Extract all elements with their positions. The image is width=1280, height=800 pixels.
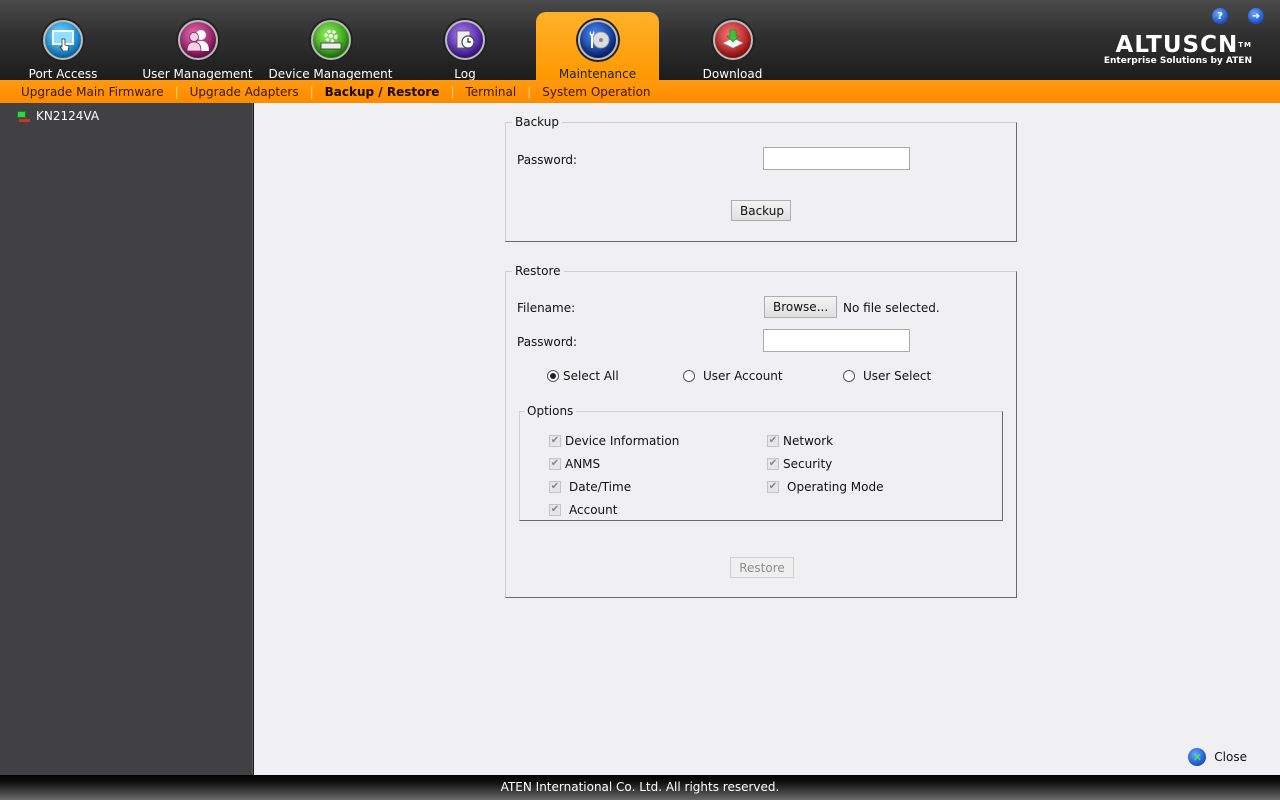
submenu-separator: | — [527, 84, 532, 99]
checkbox-label: Device Information — [565, 434, 680, 448]
checkbox-box: ✔ — [549, 458, 561, 470]
submenu-separator: | — [450, 84, 455, 99]
radio-user-select[interactable]: User Select — [843, 369, 931, 383]
copyright-text: ATEN International Co. Ltd. All rights r… — [500, 780, 780, 794]
options-legend: Options — [527, 404, 574, 418]
backup-legend: Backup — [515, 115, 559, 129]
tab-label: Port Access — [28, 67, 98, 81]
restore-password-label: Password: — [517, 335, 578, 349]
checkbox-label: Account — [569, 503, 618, 517]
main-content: Backup Password: Backup Restore Filename… — [254, 103, 1280, 775]
checkbox-label: Date/Time — [569, 480, 632, 494]
options-panel: Options ✔ Device Information ✔ Network ✔… — [519, 404, 1003, 521]
radio-label: User Select — [863, 369, 932, 383]
checkbox-box: ✔ — [549, 435, 561, 447]
checkbox-anms[interactable]: ✔ ANMS — [549, 457, 600, 471]
logo-subtitle: Enterprise Solutions by ATEN — [1103, 56, 1252, 66]
port-access-icon — [43, 20, 83, 60]
sidebar-device-node[interactable]: KN2124VA — [16, 109, 99, 123]
checkbox-network[interactable]: ✔ Network — [767, 434, 833, 448]
backup-panel: Backup Password: Backup — [505, 115, 1017, 242]
backup-button[interactable]: Backup — [731, 200, 791, 221]
submenu-separator: | — [174, 84, 179, 99]
submenu-system-operation[interactable]: System Operation — [542, 85, 650, 99]
log-clock-icon — [445, 20, 485, 60]
browse-button[interactable]: Browse... — [764, 296, 837, 318]
restore-password-input[interactable] — [763, 329, 910, 352]
submenu-bar: Upgrade Main Firmware | Upgrade Adapters… — [0, 80, 1280, 103]
tab-label: Log — [454, 67, 476, 81]
checkbox-account[interactable]: ✔ Account — [549, 503, 617, 517]
submenu-terminal[interactable]: Terminal — [465, 85, 516, 99]
tab-download[interactable]: Download — [690, 12, 775, 81]
logo-tm: TM — [1238, 41, 1252, 49]
submenu-upgrade-main-firmware[interactable]: Upgrade Main Firmware — [21, 85, 164, 99]
logout-icon[interactable]: ➜ — [1248, 8, 1264, 24]
tab-label: Device Management — [268, 67, 393, 81]
tab-port-access[interactable]: Port Access — [18, 12, 108, 81]
checkbox-box: ✔ — [767, 481, 779, 493]
radio-select-all[interactable]: Select All — [547, 369, 619, 383]
close-button[interactable]: ✕ Close — [1188, 748, 1247, 766]
top-right-icons: ? ➜ — [1212, 8, 1264, 24]
tab-log[interactable]: Log — [430, 12, 500, 81]
checkbox-label: Network — [783, 434, 834, 448]
checkbox-label: Operating Mode — [787, 480, 884, 494]
checkbox-device-information[interactable]: ✔ Device Information — [549, 434, 679, 448]
sidebar: KN2124VA — [0, 103, 253, 775]
restore-button[interactable]: Restore — [730, 557, 794, 578]
backup-password-label: Password: — [517, 153, 578, 167]
restore-panel: Restore Filename: Browse... No file sele… — [505, 264, 1017, 598]
close-label: Close — [1214, 750, 1247, 764]
footer: ATEN International Co. Ltd. All rights r… — [0, 775, 1280, 800]
tab-maintenance[interactable]: Maintenance — [536, 12, 659, 81]
submenu-separator: | — [309, 84, 314, 99]
tab-device-management[interactable]: Device Management — [268, 12, 393, 81]
wrench-disc-icon — [577, 20, 618, 60]
checkbox-date-time[interactable]: ✔ Date/Time — [549, 480, 631, 494]
checkbox-security[interactable]: ✔ Security — [767, 457, 832, 471]
checkbox-label: Security — [783, 457, 833, 471]
submenu-backup-restore[interactable]: Backup / Restore — [325, 85, 440, 99]
submenu-upgrade-adapters[interactable]: Upgrade Adapters — [190, 85, 299, 99]
checkbox-operating-mode[interactable]: ✔ Operating Mode — [767, 480, 884, 494]
radio-dot-checked — [547, 370, 559, 382]
tab-user-management[interactable]: User Management — [140, 12, 255, 81]
checkbox-box: ✔ — [549, 481, 561, 493]
checkbox-box: ✔ — [767, 458, 779, 470]
radio-user-account[interactable]: User Account — [683, 369, 783, 383]
file-status-text: No file selected. — [843, 301, 940, 315]
tab-label: Download — [702, 67, 763, 81]
checkbox-label: ANMS — [565, 457, 601, 471]
radio-dot — [843, 370, 855, 382]
download-tray-icon — [712, 20, 753, 60]
checkbox-box: ✔ — [767, 435, 779, 447]
radio-label: User Account — [703, 369, 783, 383]
close-icon: ✕ — [1188, 748, 1207, 766]
radio-dot — [683, 370, 695, 382]
restore-legend: Restore — [515, 264, 561, 278]
device-name: KN2124VA — [36, 109, 100, 123]
restore-filename-label: Filename: — [517, 301, 576, 315]
gear-device-icon — [310, 20, 351, 60]
radio-label: Select All — [563, 369, 619, 383]
altusen-logo: ALTUSCNTM Enterprise Solutions by ATEN — [1104, 33, 1252, 66]
help-icon[interactable]: ? — [1212, 8, 1228, 24]
tab-label: User Management — [142, 67, 253, 81]
top-header: Port Access User Management Device Manag… — [0, 0, 1280, 81]
backup-password-input[interactable] — [763, 147, 910, 170]
tab-label: Maintenance — [558, 67, 637, 81]
users-icon — [177, 20, 218, 60]
logo-main-text: ALTUSCN — [1115, 32, 1239, 58]
checkbox-box: ✔ — [549, 504, 561, 516]
device-icon — [16, 110, 30, 122]
